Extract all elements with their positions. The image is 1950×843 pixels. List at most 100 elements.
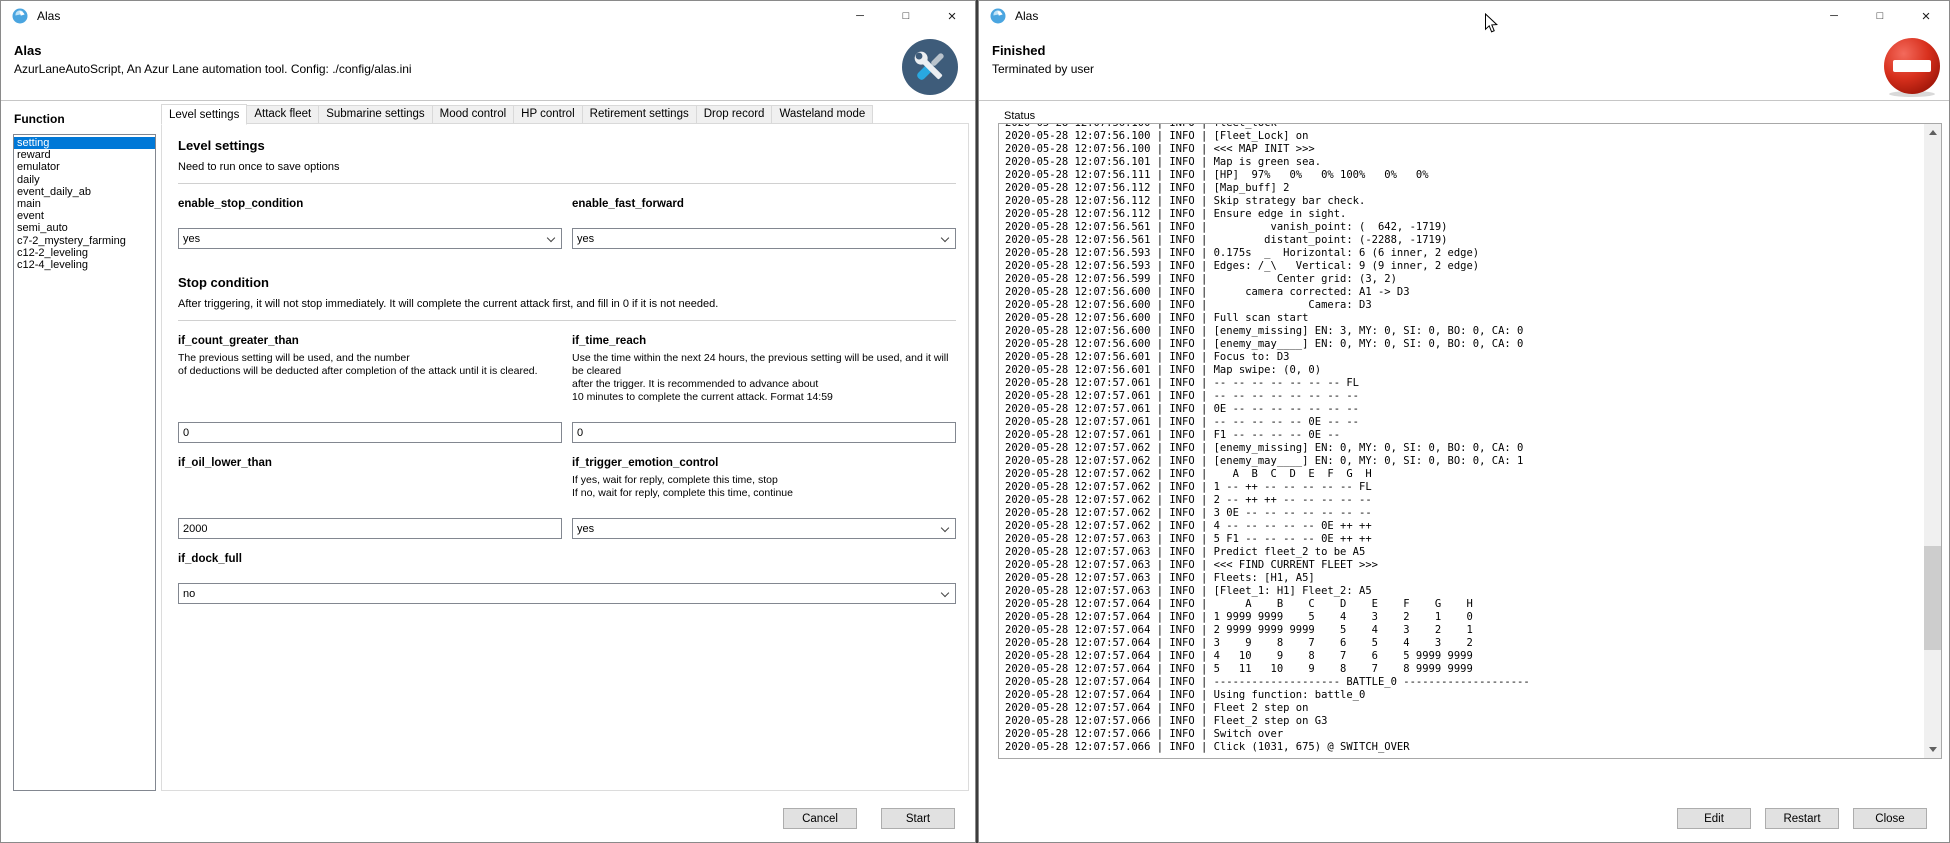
scrollbar-thumb[interactable] [1924,546,1941,650]
field-label-if-trigger-emotion-control: if_trigger_emotion_control [572,457,956,469]
level-settings-panel: Level settings Need to run once to save … [161,123,969,791]
tab[interactable]: Submarine settings [319,105,432,124]
log-line: 2020-05-28 12:07:56.100 | INFO | fleet_l… [1005,123,1941,130]
left-footer: Cancel Start [1,808,975,829]
log-line: 2020-05-28 12:07:56.593 | INFO | Edges: … [1005,260,1941,273]
log-line: 2020-05-28 12:07:56.112 | INFO | Ensure … [1005,208,1941,221]
section-desc-level-settings: Need to run once to save options [178,161,956,173]
log-line: 2020-05-28 12:07:56.601 | INFO | Focus t… [1005,351,1941,364]
function-list-item[interactable]: reward [14,149,155,161]
maximize-icon[interactable]: □ [883,1,929,31]
log-output: 2020-05-28 12:07:56.100 | INFO | fleet_l… [999,123,1941,754]
log-line: 2020-05-28 12:07:57.062 | INFO | 4 -- --… [1005,520,1941,533]
tab[interactable]: Mood control [433,105,514,124]
field-label-enable-fast-forward: enable_fast_forward [572,198,956,210]
select-value: no [183,588,195,600]
log-line: 2020-05-28 12:07:57.063 | INFO | Predict… [1005,546,1941,559]
status-group-label: Status [1004,110,1035,122]
window-title: Alas [1015,9,1038,23]
if-time-reach-input[interactable] [572,422,956,443]
section-title-stop-condition: Stop condition [178,275,956,290]
log-line: 2020-05-28 12:07:56.600 | INFO | [enemy_… [1005,338,1941,351]
maximize-icon[interactable]: □ [1857,1,1903,31]
log-line: 2020-05-28 12:07:57.063 | INFO | Fleets:… [1005,572,1941,585]
status-subtitle: Terminated by user [992,62,1094,76]
edit-button[interactable]: Edit [1677,808,1751,829]
log-line: 2020-05-28 12:07:57.062 | INFO | 1 -- ++… [1005,481,1941,494]
log-line: 2020-05-28 12:07:56.601 | INFO | Map swi… [1005,364,1941,377]
titlebar[interactable]: Alas ─ □ × [979,1,1949,31]
function-list-item[interactable]: c12-2_leveling [14,247,155,259]
function-list-item[interactable]: main [14,198,155,210]
log-line: 2020-05-28 12:07:57.064 | INFO | 4 10 9 … [1005,650,1941,663]
log-line: 2020-05-28 12:07:57.062 | INFO | A B C D… [1005,468,1941,481]
tab[interactable]: Wasteland mode [772,105,873,124]
field-label-if-dock-full: if_dock_full [178,553,956,565]
cancel-button[interactable]: Cancel [783,808,857,829]
function-list-item[interactable]: setting [14,137,155,149]
if-count-greater-than-input[interactable] [178,422,562,443]
log-line: 2020-05-28 12:07:56.100 | INFO | [Fleet_… [1005,130,1941,143]
log-line: 2020-05-28 12:07:56.111 | INFO | [HP] 97… [1005,169,1941,182]
log-line: 2020-05-28 12:07:57.064 | INFO | Fleet 2… [1005,702,1941,715]
log-line: 2020-05-28 12:07:57.064 | INFO | A B C D… [1005,598,1941,611]
window-title: Alas [37,9,60,23]
if-dock-full-select[interactable]: no [178,583,956,604]
if-trigger-emotion-control-select[interactable]: yes [572,518,956,539]
restart-button[interactable]: Restart [1765,808,1839,829]
log-box[interactable]: 2020-05-28 12:07:56.100 | INFO | fleet_l… [998,123,1942,759]
enable-fast-forward-select[interactable]: yes [572,228,956,249]
tab[interactable]: Level settings [161,104,247,125]
function-list-item[interactable]: event_daily_ab [14,186,155,198]
log-line: 2020-05-28 12:07:57.061 | INFO | -- -- -… [1005,377,1941,390]
function-list-item[interactable]: c12-4_leveling [14,259,155,271]
log-line: 2020-05-28 12:07:57.066 | INFO | Fleet_2… [1005,715,1941,728]
log-line: 2020-05-28 12:07:57.066 | INFO | Switch … [1005,728,1941,741]
close-icon[interactable]: × [929,1,975,31]
stop-sign-icon [1881,36,1943,98]
log-line: 2020-05-28 12:07:57.062 | INFO | 2 -- ++… [1005,494,1941,507]
alas-logo-icon [12,8,28,24]
tab[interactable]: Retirement settings [583,105,697,124]
tab[interactable]: Attack fleet [247,105,319,124]
settings-window: Alas ─ □ × Alas AzurLaneAutoScript, An A… [0,0,976,843]
enable-stop-condition-select[interactable]: yes [178,228,562,249]
section-title-level-settings: Level settings [178,138,956,153]
tab[interactable]: Drop record [697,105,773,124]
tab[interactable]: HP control [514,105,582,124]
chevron-down-icon [941,589,949,597]
function-list-item[interactable]: daily [14,174,155,186]
log-line: 2020-05-28 12:07:57.064 | INFO | 3 9 8 7… [1005,637,1941,650]
function-list-item[interactable]: emulator [14,161,155,173]
log-line: 2020-05-28 12:07:56.112 | INFO | Skip st… [1005,195,1941,208]
field-desc-if-trigger-emotion-control: If yes, wait for reply, complete this ti… [572,474,956,500]
function-list-item[interactable]: event [14,210,155,222]
right-footer: Edit Restart Close [979,808,1949,829]
minimize-icon[interactable]: ─ [1811,1,1857,31]
app-subtitle: AzurLaneAutoScript, An Azur Lane automat… [14,62,412,76]
log-line: 2020-05-28 12:07:56.100 | INFO | <<< MAP… [1005,143,1941,156]
log-line: 2020-05-28 12:07:57.061 | INFO | F1 -- -… [1005,429,1941,442]
close-button[interactable]: Close [1853,808,1927,829]
log-line: 2020-05-28 12:07:57.063 | INFO | <<< FIN… [1005,559,1941,572]
function-list-item[interactable]: c7-2_mystery_farming [14,235,155,247]
log-line: 2020-05-28 12:07:57.064 | INFO | 1 9999 … [1005,611,1941,624]
close-icon[interactable]: × [1903,1,1949,31]
mouse-cursor [1484,13,1499,34]
alas-logo-icon [990,8,1006,24]
log-scrollbar[interactable] [1924,124,1941,758]
select-value: yes [577,233,594,245]
function-list-item[interactable]: semi_auto [14,222,155,234]
log-line: 2020-05-28 12:07:57.064 | INFO | 5 11 10… [1005,663,1941,676]
if-oil-lower-than-input[interactable] [178,518,562,539]
titlebar[interactable]: Alas ─ □ × [1,1,975,31]
log-line: 2020-05-28 12:07:57.062 | INFO | [enemy_… [1005,455,1941,468]
scroll-down-icon[interactable] [1924,741,1941,758]
divider [178,320,956,321]
scroll-up-icon[interactable] [1924,124,1941,141]
minimize-icon[interactable]: ─ [837,1,883,31]
start-button[interactable]: Start [881,808,955,829]
log-line: 2020-05-28 12:07:56.593 | INFO | 0.175s … [1005,247,1941,260]
status-header: Finished Terminated by user [979,31,1949,101]
section-desc-stop-condition: After triggering, it will not stop immed… [178,298,956,310]
